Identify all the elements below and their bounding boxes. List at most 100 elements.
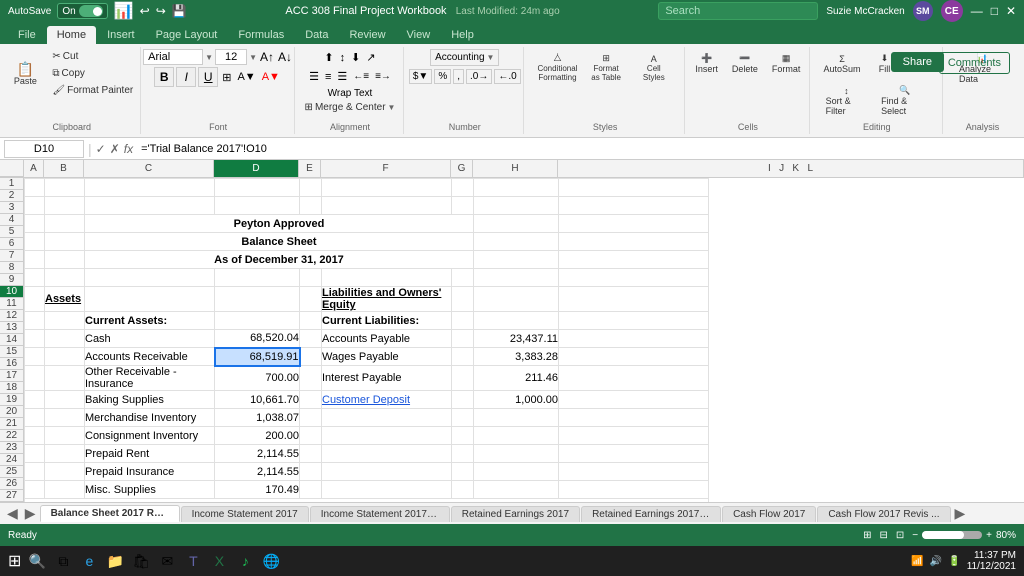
cell-14a[interactable]: [25, 427, 45, 445]
cell-2f[interactable]: [322, 197, 452, 215]
cell-17d[interactable]: 170.49: [215, 481, 300, 499]
wrap-text-btn[interactable]: Wrap Text: [327, 87, 374, 100]
cell-8h[interactable]: [474, 312, 559, 330]
cell-12b[interactable]: [45, 391, 85, 409]
cell-1d[interactable]: [215, 179, 300, 197]
cell-2a[interactable]: [25, 197, 45, 215]
view-normal-icon[interactable]: ⊞: [863, 530, 871, 541]
tab-insert[interactable]: Insert: [97, 26, 145, 44]
cell-1g[interactable]: [452, 179, 474, 197]
cell-10f[interactable]: Wages Payable: [322, 348, 452, 366]
cell-10c[interactable]: Accounts Receivable: [85, 348, 215, 366]
underline-button[interactable]: U: [198, 67, 218, 87]
cell-13e[interactable]: [300, 409, 322, 427]
decrease-font-icon[interactable]: A↓: [277, 49, 293, 65]
mail-icon[interactable]: ✉: [157, 551, 177, 571]
cell-styles-btn[interactable]: A Cell Styles: [631, 50, 676, 86]
cell-12a[interactable]: [25, 391, 45, 409]
cell-6a[interactable]: [25, 269, 45, 287]
cell-8b[interactable]: [45, 312, 85, 330]
delete-btn[interactable]: ➖ Delete: [726, 49, 764, 78]
cell-7h[interactable]: [474, 287, 559, 312]
find-select-btn[interactable]: 🔍 Find & Select: [875, 81, 934, 120]
cell-15a[interactable]: [25, 445, 45, 463]
cell-10d[interactable]: 68,519.91: [215, 348, 300, 366]
view-layout-icon[interactable]: ⊟: [880, 530, 888, 541]
edge-icon[interactable]: e: [79, 551, 99, 571]
cell-2e[interactable]: [300, 197, 322, 215]
align-top-icon[interactable]: ⬆: [322, 49, 335, 66]
cell-3rest[interactable]: [559, 215, 709, 233]
cell-9a[interactable]: [25, 330, 45, 348]
cell-17rest[interactable]: [559, 481, 709, 499]
cell-17h[interactable]: [474, 481, 559, 499]
merge-dropdown[interactable]: ▼: [388, 103, 396, 112]
cell-13h[interactable]: [474, 409, 559, 427]
col-header-g[interactable]: G: [451, 160, 473, 177]
maximize-btn[interactable]: □: [991, 4, 998, 18]
cell-10b[interactable]: [45, 348, 85, 366]
cell-13g[interactable]: [452, 409, 474, 427]
cell-17b[interactable]: [45, 481, 85, 499]
tab-help[interactable]: Help: [441, 26, 484, 44]
align-center-icon[interactable]: ≡: [323, 69, 333, 85]
cell-1rest[interactable]: [559, 179, 709, 197]
cell-10e[interactable]: [300, 348, 322, 366]
format-painter-button[interactable]: 🖌 Format Painter: [47, 83, 138, 98]
cell-13f[interactable]: [322, 409, 452, 427]
cell-16h[interactable]: [474, 463, 559, 481]
cell-8a[interactable]: [25, 312, 45, 330]
save-icon[interactable]: 💾: [172, 4, 187, 18]
autosum-btn[interactable]: Σ AutoSum: [818, 50, 867, 78]
cell-7f[interactable]: Liabilities and Owners' Equity: [322, 287, 452, 312]
cell-7a[interactable]: [25, 287, 45, 312]
tab-home[interactable]: Home: [47, 26, 96, 44]
col-header-d[interactable]: D: [214, 160, 299, 177]
chrome-icon[interactable]: 🌐: [261, 551, 281, 571]
cell-2d[interactable]: [215, 197, 300, 215]
cell-13b[interactable]: [45, 409, 85, 427]
cut-button[interactable]: ✂ Cut: [47, 49, 138, 64]
tab-scroll-right[interactable]: ▶: [952, 505, 969, 522]
cell-15e[interactable]: [300, 445, 322, 463]
cell-12c[interactable]: Baking Supplies: [85, 391, 215, 409]
cell-7d[interactable]: [215, 287, 300, 312]
cell-11rest[interactable]: [559, 366, 709, 391]
cell-14h[interactable]: [474, 427, 559, 445]
merge-center-btn[interactable]: ⊞ Merge & Center ▼: [300, 100, 401, 115]
cell-3c[interactable]: Peyton Approved: [85, 215, 474, 233]
decrease-decimal-btn[interactable]: ←.0: [494, 69, 520, 84]
cell-16a[interactable]: [25, 463, 45, 481]
minimize-btn[interactable]: —: [971, 4, 983, 18]
cell-12rest[interactable]: [559, 391, 709, 409]
cell-14e[interactable]: [300, 427, 322, 445]
font-size-dropdown[interactable]: ▼: [249, 53, 257, 62]
tab-formulas[interactable]: Formulas: [228, 26, 294, 44]
cell-5b[interactable]: [45, 251, 85, 269]
close-btn[interactable]: ✕: [1006, 4, 1016, 18]
font-name-input[interactable]: [143, 49, 203, 65]
cell-14b[interactable]: [45, 427, 85, 445]
increase-indent-icon[interactable]: ≡→: [373, 69, 393, 84]
undo-icon[interactable]: ↩: [140, 4, 150, 18]
font-name-dropdown[interactable]: ▼: [205, 53, 213, 62]
cell-6rest[interactable]: [559, 269, 709, 287]
cell-14d[interactable]: 200.00: [215, 427, 300, 445]
cell-6d[interactable]: [215, 269, 300, 287]
autosave-switch[interactable]: [79, 5, 103, 17]
sheet-tab-balance-sheet-revised[interactable]: Balance Sheet 2017 Revised: [40, 505, 180, 522]
cell-1f[interactable]: [322, 179, 452, 197]
cell-9f[interactable]: Accounts Payable: [322, 330, 452, 348]
zoom-out-btn[interactable]: −: [912, 530, 918, 541]
cell-7b[interactable]: Assets: [45, 287, 85, 312]
cell-1h[interactable]: [474, 179, 559, 197]
cell-3b[interactable]: [45, 215, 85, 233]
cell-9rest[interactable]: [559, 330, 709, 348]
battery-icon[interactable]: 🔋: [948, 556, 960, 567]
taskview-icon[interactable]: ⧉: [53, 551, 73, 571]
cell-17a[interactable]: [25, 481, 45, 499]
paste-button[interactable]: 📋 Paste: [5, 58, 45, 90]
cell-5c[interactable]: As of December 31, 2017: [85, 251, 474, 269]
cell-8rest[interactable]: [559, 312, 709, 330]
formula-fx-icon[interactable]: fx: [124, 142, 133, 156]
